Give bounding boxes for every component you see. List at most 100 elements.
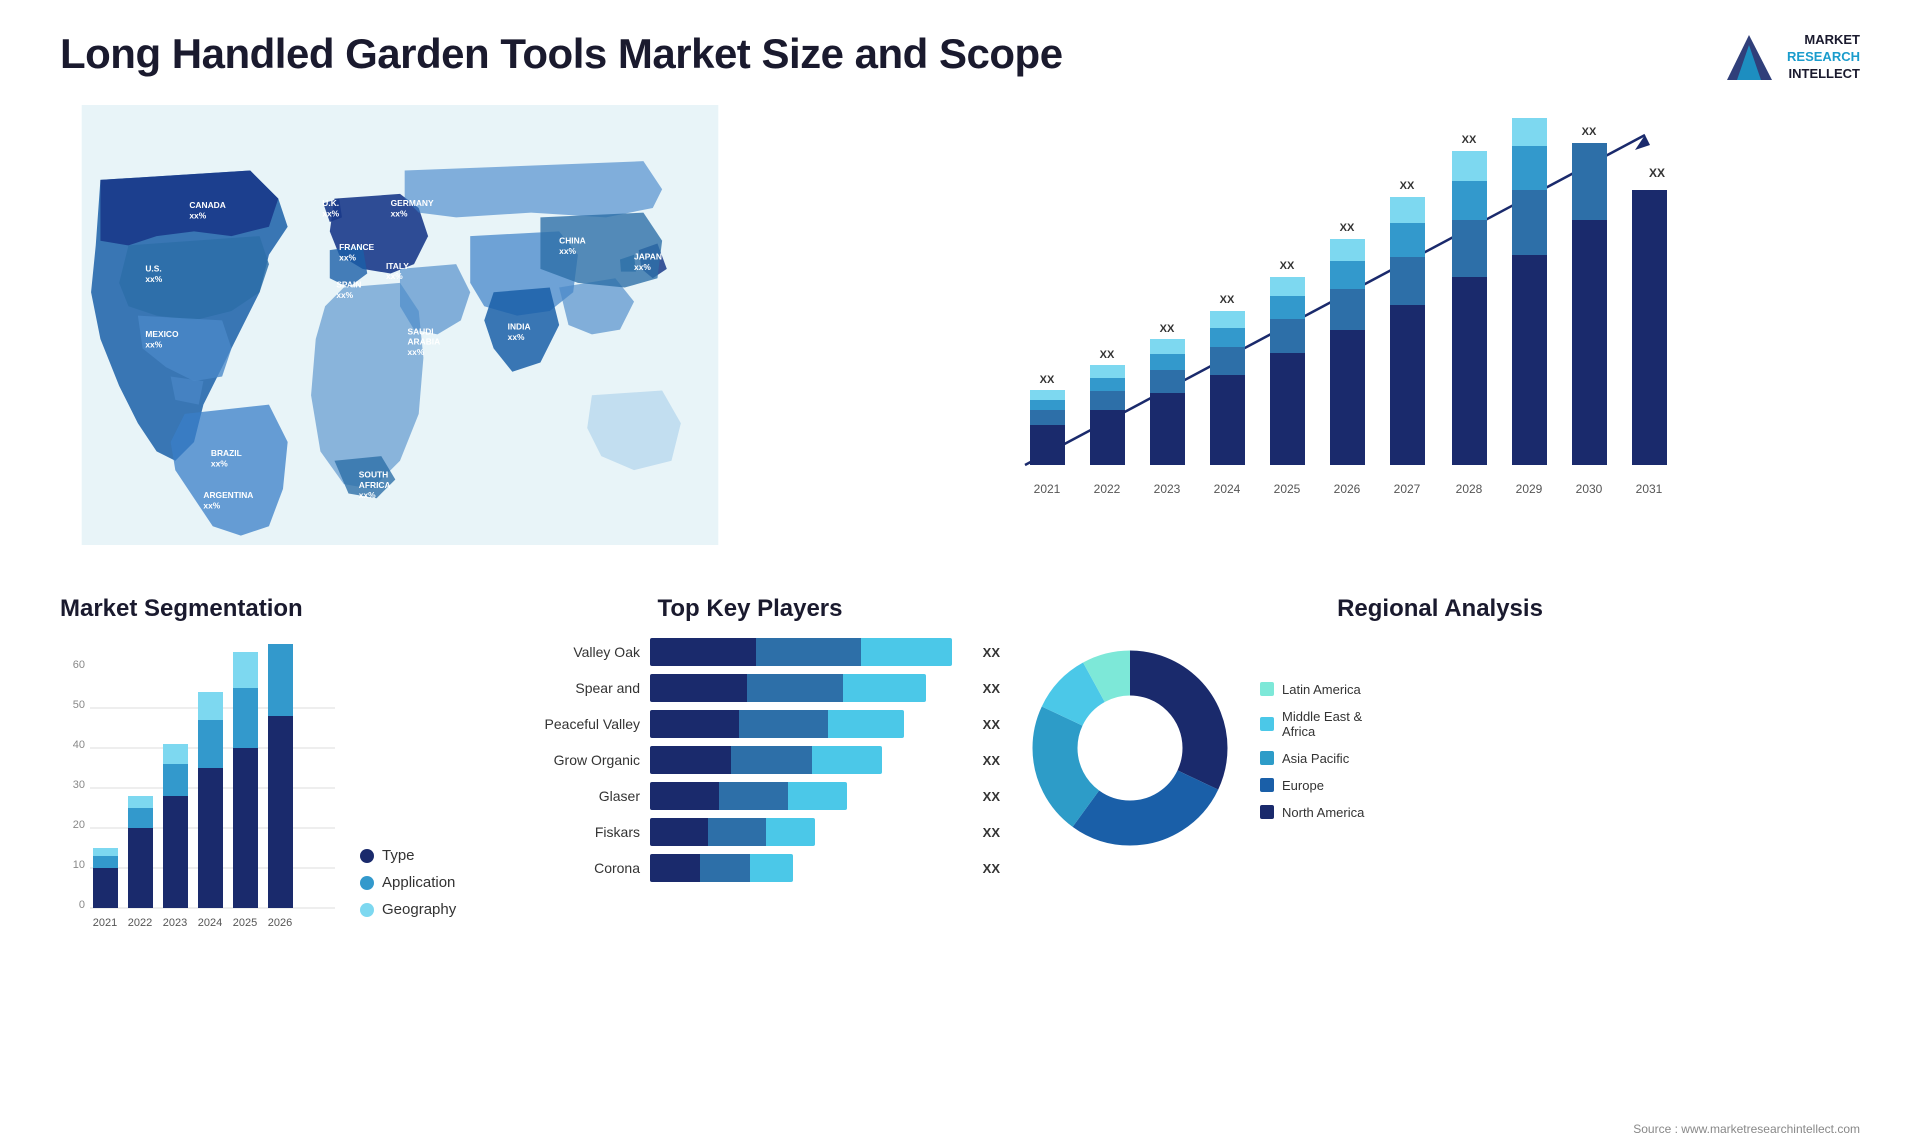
safrica-label: SOUTH (359, 470, 388, 480)
player-bar (650, 710, 904, 738)
bar-segment-light (861, 638, 952, 666)
header: Long Handled Garden Tools Market Size an… (60, 30, 1860, 85)
map-section: CANADA xx% U.S. xx% MEXICO xx% BRAZIL xx… (60, 105, 740, 565)
player-value: XX (983, 861, 1000, 876)
canada-value: xx% (189, 210, 206, 220)
logo-line2: RESEARCH (1787, 49, 1860, 66)
player-value: XX (983, 753, 1000, 768)
player-value: XX (983, 681, 1000, 696)
svg-text:XX: XX (1462, 134, 1477, 146)
germany-value: xx% (391, 208, 408, 218)
svg-text:XX: XX (1160, 323, 1175, 335)
player-name: Valley Oak (500, 644, 640, 660)
legend-north-america: North America (1260, 805, 1364, 820)
key-players-title: Top Key Players (500, 595, 1000, 623)
label-asia-pacific: Asia Pacific (1282, 751, 1349, 766)
logo-line3: INTELLECT (1787, 66, 1860, 83)
france-value: xx% (339, 252, 356, 262)
segmentation-chart: 0 10 20 30 40 50 60 (60, 638, 340, 938)
player-bar (650, 674, 926, 702)
france-label: FRANCE (339, 242, 374, 252)
donut-chart (1020, 638, 1240, 863)
player-name: Spear and (500, 680, 640, 696)
player-bar (650, 818, 815, 846)
bar-segment-mid (719, 782, 788, 810)
bar-segment-light (750, 854, 793, 882)
bar-segment-mid (756, 638, 862, 666)
top-section: CANADA xx% U.S. xx% MEXICO xx% BRAZIL xx… (60, 105, 1860, 565)
argentina-value: xx% (203, 500, 220, 510)
seg-legend: Type Application Geography (360, 847, 456, 938)
player-bar (650, 746, 882, 774)
player-row: Grow OrganicXX (500, 746, 1000, 774)
safrica-label2: AFRICA (359, 480, 391, 490)
logo: MARKET RESEARCH INTELLECT (1722, 30, 1860, 85)
svg-text:60: 60 (73, 659, 85, 671)
legend-dot-geo (360, 903, 374, 917)
safrica-value: xx% (359, 490, 376, 500)
regional-title: Regional Analysis (1020, 595, 1860, 623)
india-label: INDIA (508, 322, 531, 332)
bar-segment-dark (650, 818, 708, 846)
source-text: Source : www.marketresearchintellect.com (1633, 1122, 1860, 1136)
dot-asia-pacific (1260, 751, 1274, 765)
svg-text:XX: XX (1040, 374, 1055, 386)
bar-segment-dark (650, 854, 700, 882)
japan-label: JAPAN (634, 251, 662, 261)
logo-line1: MARKET (1787, 32, 1860, 49)
bar-chart-section: XX 2021 XX 2022 XX 2023 (770, 105, 1860, 565)
svg-text:0: 0 (79, 899, 85, 911)
svg-text:XX: XX (1649, 166, 1665, 180)
player-name: Fiskars (500, 824, 640, 840)
legend-type: Type (360, 847, 456, 864)
mexico-label: MEXICO (145, 329, 179, 339)
uk-label: U.K. (322, 198, 339, 208)
svg-text:30: 30 (73, 779, 85, 791)
growth-bar-chart: XX 2021 XX 2022 XX 2023 (790, 115, 1840, 515)
legend-label-app: Application (382, 874, 455, 891)
logo-icon (1722, 30, 1777, 85)
germany-label: GERMANY (391, 198, 434, 208)
logo-text: MARKET RESEARCH INTELLECT (1787, 32, 1860, 83)
bar-segment-dark (650, 638, 756, 666)
player-row: Valley Oak XX (500, 638, 1000, 666)
bar-segment-light (843, 674, 926, 702)
legend-label-geo: Geography (382, 901, 456, 918)
svg-text:XX: XX (1582, 126, 1597, 138)
svg-text:2025: 2025 (233, 917, 257, 929)
legend-dot-app (360, 876, 374, 890)
svg-text:20: 20 (73, 819, 85, 831)
legend-dot-type (360, 849, 374, 863)
legend-middle-east: Middle East &Africa (1260, 709, 1364, 739)
bar-segment-mid (731, 746, 812, 774)
seg-chart-container: 0 10 20 30 40 50 60 (60, 638, 480, 938)
legend-label-type: Type (382, 847, 415, 864)
bar-segment-dark (650, 746, 731, 774)
svg-text:XX: XX (1400, 180, 1415, 192)
dot-europe (1260, 778, 1274, 792)
player-row: Peaceful ValleyXX (500, 710, 1000, 738)
player-value: XX (983, 645, 1000, 660)
brazil-value: xx% (211, 458, 228, 468)
dot-latin-america (1260, 682, 1274, 696)
svg-text:10: 10 (73, 859, 85, 871)
svg-text:2028: 2028 (1456, 482, 1483, 496)
svg-text:2029: 2029 (1516, 482, 1543, 496)
bar-segment-mid (700, 854, 750, 882)
bar-segment-dark (650, 674, 747, 702)
player-row: CoronaXX (500, 854, 1000, 882)
svg-text:2025: 2025 (1274, 482, 1301, 496)
china-label: CHINA (559, 236, 586, 246)
world-map: CANADA xx% U.S. xx% MEXICO xx% BRAZIL xx… (60, 105, 740, 545)
italy-label: ITALY (386, 261, 409, 271)
japan-value: xx% (634, 262, 651, 272)
bar-segment-mid (739, 710, 828, 738)
svg-text:XX: XX (1340, 222, 1355, 234)
svg-text:2022: 2022 (1094, 482, 1121, 496)
svg-text:2026: 2026 (268, 917, 292, 929)
svg-text:2021: 2021 (93, 917, 117, 929)
label-latin-america: Latin America (1282, 682, 1361, 697)
svg-text:2027: 2027 (1394, 482, 1421, 496)
svg-text:XX: XX (1220, 294, 1235, 306)
bar-segment-mid (708, 818, 766, 846)
